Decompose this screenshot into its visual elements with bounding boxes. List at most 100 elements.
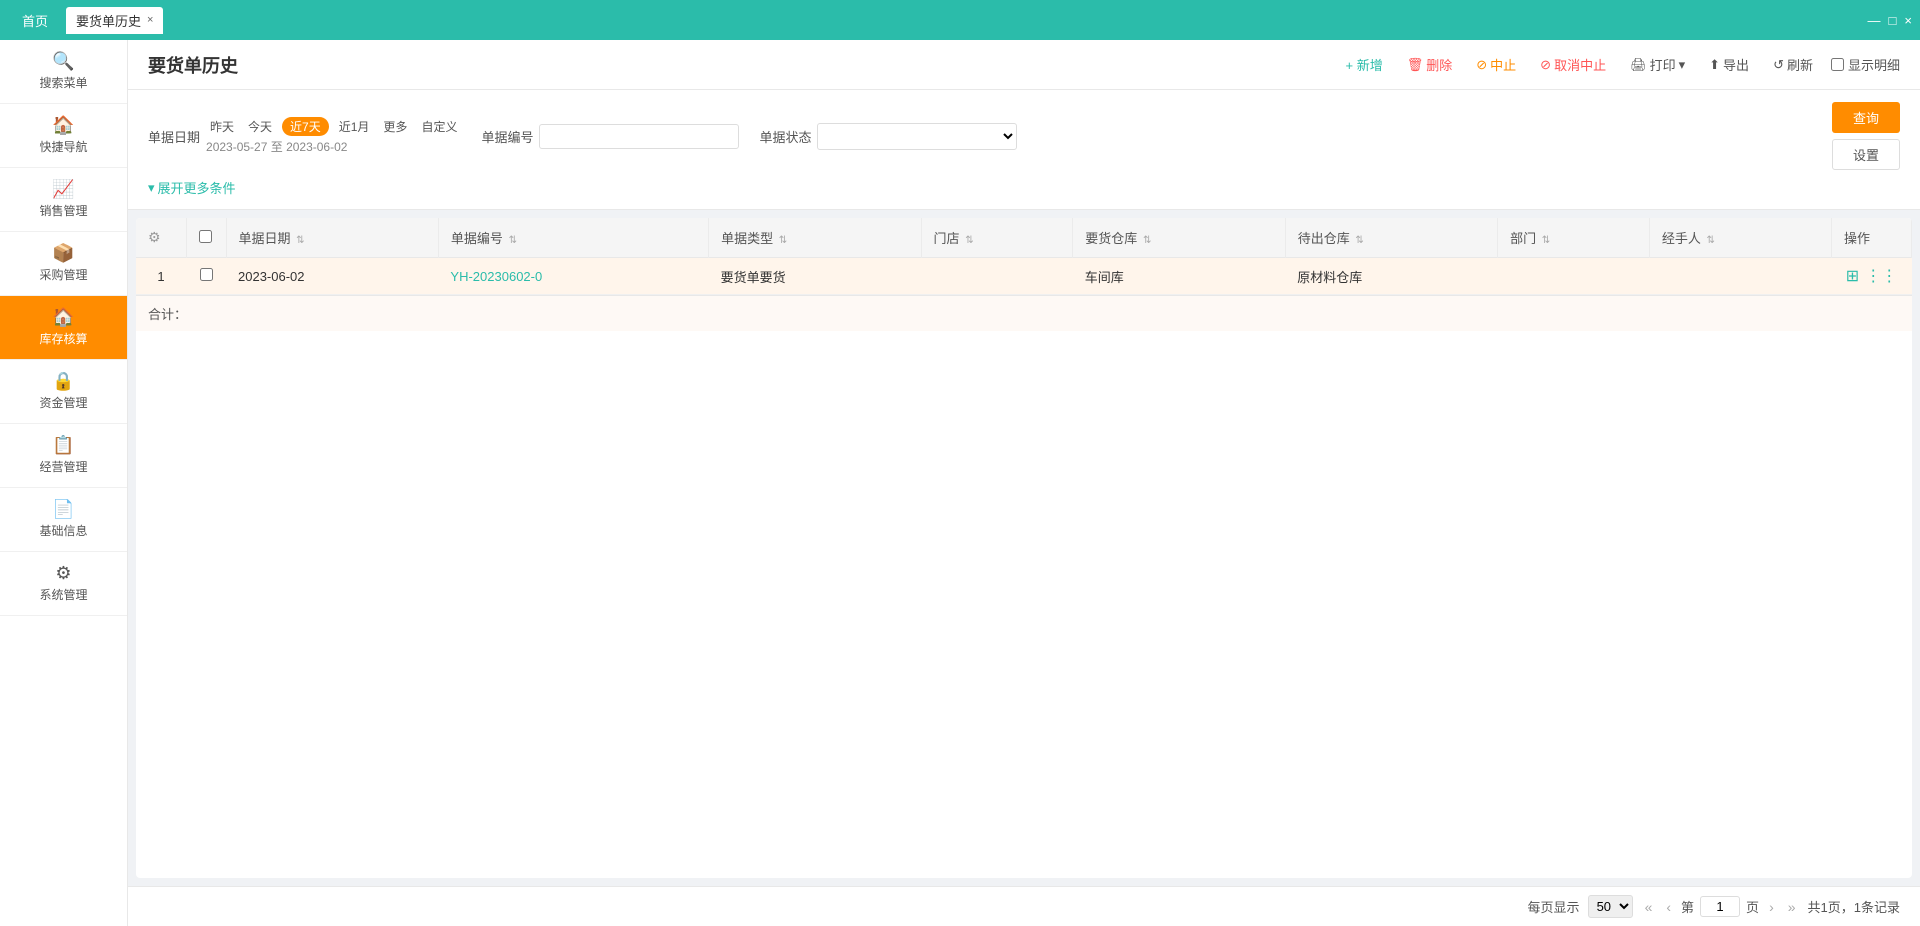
- sidebar-item-finance[interactable]: 🔒 资金管理: [0, 360, 127, 424]
- refresh-button[interactable]: ↺ 刷新: [1767, 51, 1819, 78]
- row-ops: ⊞ ⋮⋮: [1832, 258, 1912, 295]
- purchase-icon: 📦: [52, 244, 74, 262]
- print-icon: 🖨: [1630, 57, 1647, 73]
- sidebar-item-nav[interactable]: 🏠 快捷导航: [0, 104, 127, 168]
- main-layout: 🔍 搜索菜单 🏠 快捷导航 📈 销售管理 📦 采购管理 🏠 库存核算 🔒 资金管…: [0, 40, 1920, 926]
- delete-icon: 🗑: [1407, 57, 1424, 73]
- expand-label: 展开更多条件: [158, 178, 236, 197]
- row-pending-warehouse: 原材料仓库: [1285, 258, 1497, 295]
- col-handler-label: 经手人: [1662, 231, 1701, 246]
- per-page-label: 每页显示: [1528, 897, 1580, 916]
- sort-department-icon[interactable]: ⇅: [1542, 235, 1550, 246]
- row-checkbox-cell: [186, 258, 226, 295]
- window-close-btn[interactable]: ×: [1904, 13, 1912, 28]
- inventory-icon: 🏠: [52, 308, 74, 326]
- row-num: 1: [136, 258, 186, 295]
- col-checkbox: [186, 218, 226, 258]
- search-icon: 🔍: [52, 52, 74, 70]
- system-icon: ⚙: [55, 564, 71, 582]
- query-button[interactable]: 查询: [1832, 102, 1900, 133]
- basic-info-icon: 📄: [52, 500, 74, 518]
- display-detail-toggle[interactable]: 显示明细: [1831, 55, 1900, 74]
- sort-doc-type-icon[interactable]: ⇅: [779, 235, 787, 246]
- shortcut-yesterday[interactable]: 昨天: [206, 117, 238, 136]
- next-page-btn[interactable]: ›: [1765, 899, 1778, 915]
- sort-store-icon[interactable]: ⇅: [965, 235, 973, 246]
- date-filter-label: 单据日期: [148, 127, 200, 146]
- page-title: 要货单历史: [148, 52, 238, 78]
- doc-no-filter: 单据编号: [481, 124, 739, 149]
- refresh-icon: ↺: [1773, 57, 1784, 73]
- ops-icons: ⊞ ⋮⋮: [1844, 266, 1900, 286]
- cancel-stop-button[interactable]: ⊘ 取消中止: [1534, 51, 1612, 78]
- sort-pending-warehouse-icon[interactable]: ⇅: [1355, 235, 1363, 246]
- shortcut-custom[interactable]: 自定义: [417, 117, 461, 136]
- shortcut-today[interactable]: 今天: [244, 117, 276, 136]
- page-number-input[interactable]: 1: [1700, 896, 1740, 917]
- doc-no-input[interactable]: [539, 124, 739, 149]
- select-all-checkbox[interactable]: [199, 230, 212, 243]
- sidebar-item-basic-info[interactable]: 📄 基础信息: [0, 488, 127, 552]
- tab-active[interactable]: 要货单历史 ×: [66, 7, 163, 34]
- col-settings-icon[interactable]: ⚙: [148, 229, 161, 245]
- shortcut-7days[interactable]: 近7天: [282, 117, 329, 136]
- sidebar-item-sales[interactable]: 📈 销售管理: [0, 168, 127, 232]
- sidebar-item-system[interactable]: ⚙ 系统管理: [0, 552, 127, 616]
- col-store-label: 门店: [934, 231, 960, 246]
- sidebar-item-purchase[interactable]: 📦 采购管理: [0, 232, 127, 296]
- last-page-btn[interactable]: »: [1784, 899, 1800, 915]
- home-icon: 🏠: [52, 116, 74, 134]
- sidebar-item-search[interactable]: 🔍 搜索菜单: [0, 40, 127, 104]
- sidebar-item-inventory[interactable]: 🏠 库存核算: [0, 296, 127, 360]
- table-footer: 合计：: [136, 295, 1912, 331]
- row-req-warehouse: 车间库: [1073, 258, 1285, 295]
- window-minimize-btn[interactable]: —: [1868, 13, 1881, 28]
- sort-handler-icon[interactable]: ⇅: [1707, 235, 1715, 246]
- toolbar: + 新增 🗑 删除 ⊘ 中止 ⊘ 取消中止 🖨 打印 ▾: [1339, 51, 1900, 78]
- filter-settings-button[interactable]: 设置: [1832, 139, 1900, 170]
- sort-date-icon[interactable]: ⇅: [296, 235, 304, 246]
- col-ops: 操作: [1832, 218, 1912, 258]
- per-page-select[interactable]: 50: [1588, 895, 1633, 918]
- content-area: 要货单历史 + 新增 🗑 删除 ⊘ 中止 ⊘ 取消中止 🖨 打印: [128, 40, 1920, 926]
- tab-close-icon[interactable]: ×: [147, 14, 153, 26]
- stop-button[interactable]: ⊘ 中止: [1470, 51, 1522, 78]
- footer-total-label: 合计：: [148, 307, 187, 322]
- shortcut-more[interactable]: 更多: [379, 117, 411, 136]
- tab-home[interactable]: 首页: [8, 7, 62, 34]
- print-button[interactable]: 🖨 打印 ▾: [1624, 51, 1691, 78]
- sort-req-warehouse-icon[interactable]: ⇅: [1143, 235, 1151, 246]
- date-range-display: 2023-05-27 至 2023-06-02: [206, 138, 461, 155]
- col-doc-no: 单据编号 ⇅: [438, 218, 708, 258]
- row-view-icon[interactable]: ⊞: [1846, 266, 1859, 286]
- row-doc-no-link[interactable]: YH-20230602-0: [450, 269, 542, 284]
- delete-button[interactable]: 🗑 删除: [1401, 51, 1459, 78]
- top-bar-right: — □ ×: [1868, 13, 1912, 28]
- sidebar-item-operations[interactable]: 📋 经营管理: [0, 424, 127, 488]
- tab-active-label: 要货单历史: [76, 11, 141, 30]
- page-label: 第: [1681, 897, 1694, 916]
- shortcut-1month[interactable]: 近1月: [335, 117, 374, 136]
- table-container: ⚙ 单据日期 ⇅ 单据编号 ⇅: [136, 218, 1912, 878]
- refresh-label: 刷新: [1787, 55, 1813, 74]
- status-label: 单据状态: [759, 127, 811, 146]
- row-more-icon[interactable]: ⋮⋮: [1865, 266, 1897, 286]
- sort-doc-no-icon[interactable]: ⇅: [509, 235, 517, 246]
- row-checkbox[interactable]: [200, 268, 213, 281]
- col-req-warehouse: 要货仓库 ⇅: [1073, 218, 1285, 258]
- print-label: 打印: [1650, 55, 1676, 74]
- status-select[interactable]: [817, 123, 1017, 150]
- export-button[interactable]: ⬆ 导出: [1703, 51, 1755, 78]
- expand-filter-btn[interactable]: ▾ 展开更多条件: [148, 178, 1900, 197]
- new-button[interactable]: + 新增: [1339, 51, 1388, 78]
- sidebar-item-label: 基础信息: [39, 522, 87, 539]
- col-doc-type: 单据类型 ⇅: [709, 218, 921, 258]
- window-maximize-btn[interactable]: □: [1889, 13, 1897, 28]
- doc-no-label: 单据编号: [481, 127, 533, 146]
- cancel-icon: ⊘: [1540, 57, 1551, 73]
- prev-page-btn[interactable]: ‹: [1662, 899, 1675, 915]
- first-page-btn[interactable]: «: [1641, 899, 1657, 915]
- col-handler: 经手人 ⇅: [1649, 218, 1831, 258]
- finance-icon: 🔒: [52, 372, 74, 390]
- display-detail-checkbox[interactable]: [1831, 58, 1844, 71]
